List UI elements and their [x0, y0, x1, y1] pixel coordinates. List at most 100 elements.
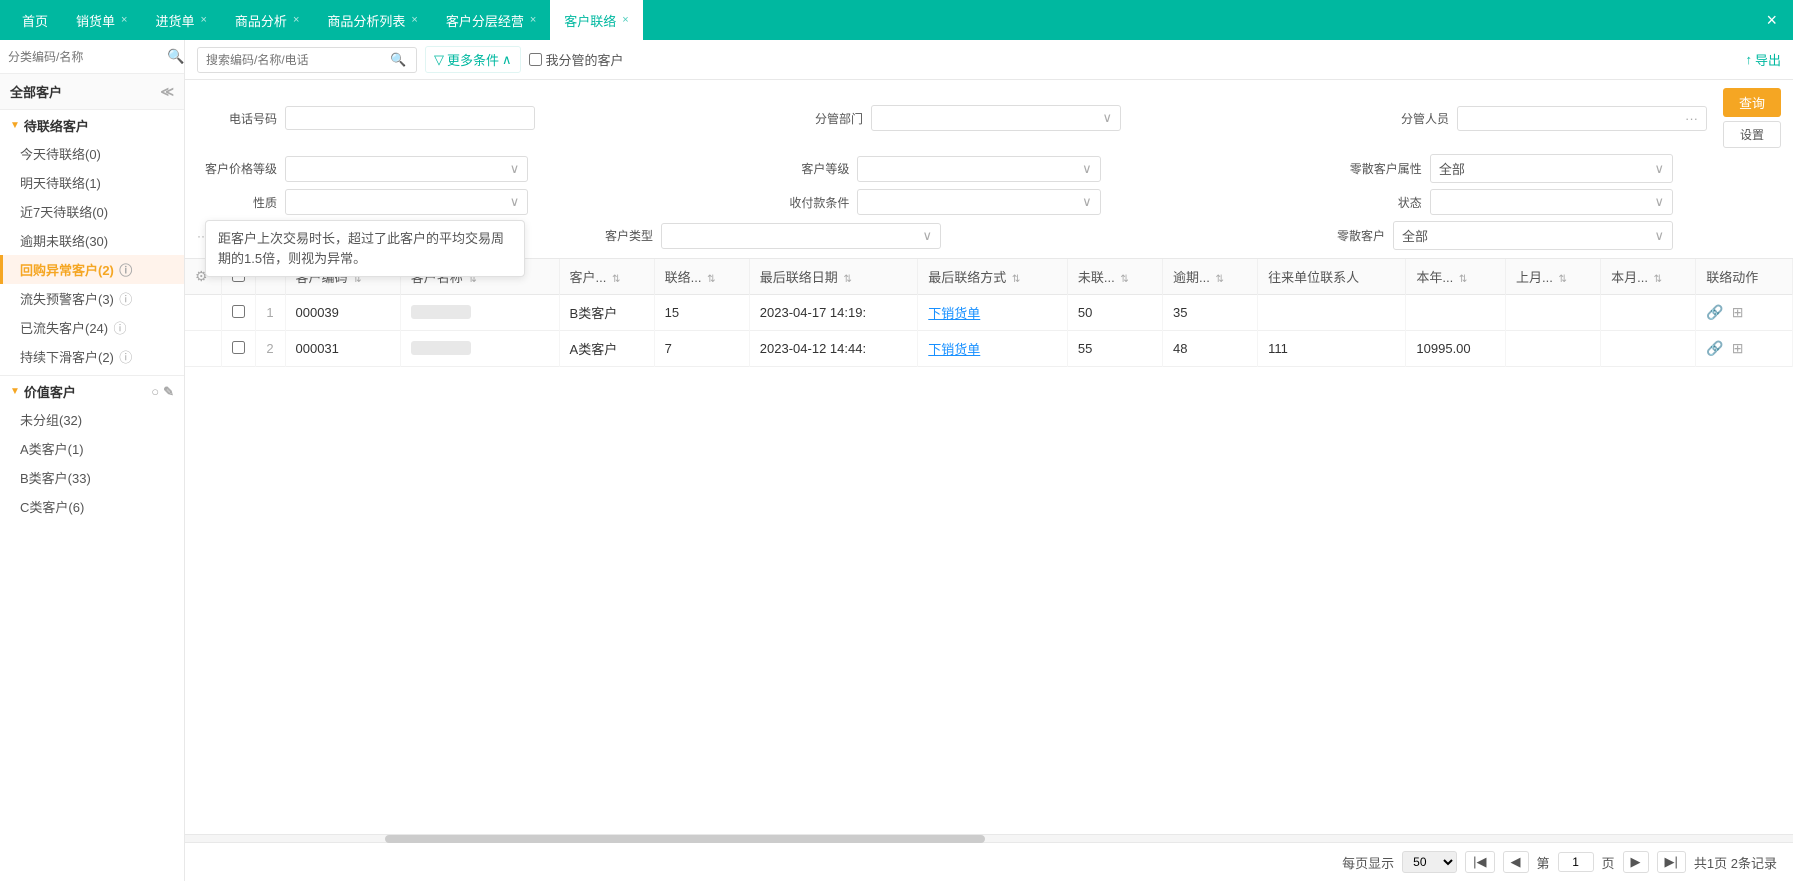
value-customer-group[interactable]: ▼ 价值客户 ○ ✎: [0, 375, 184, 405]
row1-last-contact-method: 下销货单: [918, 295, 1068, 331]
sidebar-repurchase-abnormal[interactable]: 回购异常客户(2) ⓘ: [0, 255, 184, 284]
phone-field[interactable]: [294, 111, 526, 125]
phone-input[interactable]: [285, 106, 535, 130]
row2-lcm-link[interactable]: 下销货单: [928, 342, 980, 357]
nav-product-analysis-list[interactable]: 商品分析列表 ×: [313, 0, 431, 40]
sidebar-ungrouped[interactable]: 未分组(32): [0, 405, 184, 434]
row1-grid-icon[interactable]: ⊞: [1732, 304, 1744, 321]
price-grade-label: 客户价格等级: [197, 160, 277, 177]
search-input[interactable]: [206, 53, 386, 67]
page-size-select[interactable]: 50 100 200: [1402, 851, 1457, 873]
prev-page-button[interactable]: ◀: [1503, 851, 1529, 873]
row2-checkbox[interactable]: [232, 341, 245, 354]
next-page-button[interactable]: ▶: [1623, 851, 1649, 873]
nav-home[interactable]: 首页: [8, 0, 62, 40]
query-button[interactable]: 查询: [1723, 88, 1781, 117]
row1-link-icon[interactable]: 🔗: [1706, 304, 1723, 321]
collapse-icon[interactable]: ≪: [160, 84, 174, 100]
row2-link-icon[interactable]: 🔗: [1706, 340, 1723, 357]
row1-checkbox[interactable]: [232, 305, 245, 318]
search-icon[interactable]: 🔍: [390, 52, 406, 68]
export-button[interactable]: ↑ 导出: [1745, 50, 1781, 69]
status-chevron: ∨: [1655, 194, 1665, 210]
add-icon[interactable]: ✎: [163, 384, 174, 400]
pending-contact-group[interactable]: ▼ 待联络客户: [0, 110, 184, 139]
row2-overdue: 48: [1163, 331, 1258, 367]
sidebar-search-input[interactable]: [8, 50, 163, 64]
sidebar-a-class[interactable]: A类客户(1): [0, 434, 184, 463]
nav-contact-close[interactable]: ×: [622, 14, 628, 26]
my-customer-checkbox[interactable]: [529, 53, 542, 66]
setting-button[interactable]: 设置: [1723, 121, 1781, 148]
row1-name: [400, 295, 559, 331]
sidebar-7day-pending[interactable]: 近7天待联络(0): [0, 197, 184, 226]
sidebar-tomorrow-pending[interactable]: 明天待联络(1): [0, 168, 184, 197]
this-year-col-header[interactable]: 本年... ⇅: [1406, 259, 1506, 295]
sidebar-overdue-pending[interactable]: 逾期未联络(30): [0, 226, 184, 255]
retail-customer-select[interactable]: 全部∨: [1393, 221, 1673, 250]
nav-product-list-close[interactable]: ×: [411, 14, 417, 26]
row2-checkbox-cell[interactable]: [221, 331, 255, 367]
sidebar-today-pending[interactable]: 今天待联络(0): [0, 139, 184, 168]
first-page-button[interactable]: |◀: [1465, 851, 1494, 873]
sidebar-search-icon[interactable]: 🔍: [167, 48, 184, 65]
retail-attr-select[interactable]: 全部∨: [1430, 154, 1673, 183]
nav-purchase-order[interactable]: 进货单 ×: [141, 0, 220, 40]
nav-sales-order-close[interactable]: ×: [121, 14, 127, 26]
nav-customer-segmentation[interactable]: 客户分层经营 ×: [432, 0, 550, 40]
value-group-label: 价值客户: [24, 382, 76, 401]
sidebar-churn-warning[interactable]: 流失预警客户(3) ⓘ: [0, 284, 184, 313]
edit-icon[interactable]: ○: [151, 384, 159, 400]
info-icon-repurchase: ⓘ: [119, 263, 132, 278]
row2-grid-icon[interactable]: ⊞: [1732, 340, 1744, 357]
close-all-tabs[interactable]: ×: [1766, 10, 1777, 31]
more-filter-button[interactable]: ▽ 更多条件 ∧: [425, 46, 521, 73]
row2-settings-cell: [185, 331, 221, 367]
contact-col-header[interactable]: 联络... ⇅: [654, 259, 749, 295]
page-number-input[interactable]: [1558, 852, 1594, 872]
customer-grade-select[interactable]: ∨: [857, 156, 1100, 182]
cust-type-chevron: ∨: [922, 228, 932, 244]
payment-select[interactable]: ∨: [857, 189, 1100, 215]
overdue-col-header[interactable]: 逾期... ⇅: [1163, 259, 1258, 295]
scrollbar-thumb[interactable]: [385, 835, 985, 843]
table-row: 2 000031 A类客户 7: [185, 331, 1793, 367]
last-contact-date-col-header[interactable]: 最后联络日期 ⇅: [749, 259, 917, 295]
dept-select[interactable]: ∨: [871, 105, 1121, 131]
content-area: 🔍 ▽ 更多条件 ∧ 我分管的客户 ↑ 导出 电话号码: [185, 40, 1793, 881]
info-icon-churned: ⓘ: [113, 321, 126, 336]
last-page-button[interactable]: ▶|: [1657, 851, 1686, 873]
nav-product-analysis-close[interactable]: ×: [293, 14, 299, 26]
total-records: 共1页 2条记录: [1694, 853, 1777, 872]
filter-icon: ▽: [434, 52, 444, 68]
customer-grade-label: 客户等级: [769, 160, 849, 177]
status-select[interactable]: ∨: [1430, 189, 1673, 215]
nav-purchase-close[interactable]: ×: [200, 14, 206, 26]
all-customers-header[interactable]: 全部客户 ≪: [0, 74, 184, 110]
sidebar-declining[interactable]: 持续下滑客户(2) ⓘ: [0, 342, 184, 371]
nav-segmentation-close[interactable]: ×: [530, 14, 536, 26]
my-customer-checkbox-container[interactable]: 我分管的客户: [529, 50, 624, 69]
contact-sort-icon: ⇅: [707, 274, 715, 285]
this-month-col-header[interactable]: 本月... ⇅: [1601, 259, 1696, 295]
nav-sales-order[interactable]: 销货单 ×: [62, 0, 141, 40]
row2-this-month: [1601, 331, 1696, 367]
row1-checkbox-cell[interactable]: [221, 295, 255, 331]
nature-select[interactable]: ∨: [285, 189, 528, 215]
nav-customer-contact[interactable]: 客户联络 ×: [550, 0, 642, 40]
last-contact-method-col-header[interactable]: 最后联络方式 ⇅: [918, 259, 1068, 295]
sidebar-b-class[interactable]: B类客户(33): [0, 463, 184, 492]
uncontacted-col-header[interactable]: 未联... ⇅: [1067, 259, 1162, 295]
row1-lcm-link[interactable]: 下销货单: [928, 306, 980, 321]
cust-type-select[interactable]: ∨: [661, 223, 941, 249]
price-grade-select[interactable]: ∨: [285, 156, 528, 182]
person-select[interactable]: ···: [1457, 106, 1707, 131]
nav-product-analysis[interactable]: 商品分析 ×: [221, 0, 313, 40]
grade-col-header[interactable]: 客户... ⇅: [559, 259, 654, 295]
uc-sort-icon: ⇅: [1120, 274, 1128, 285]
info-icon-churn: ⓘ: [119, 292, 132, 307]
sidebar-c-class[interactable]: C类客户(6): [0, 492, 184, 521]
horizontal-scrollbar[interactable]: [185, 834, 1793, 842]
last-month-col-header[interactable]: 上月... ⇅: [1506, 259, 1601, 295]
sidebar-churned[interactable]: 已流失客户(24) ⓘ: [0, 313, 184, 342]
